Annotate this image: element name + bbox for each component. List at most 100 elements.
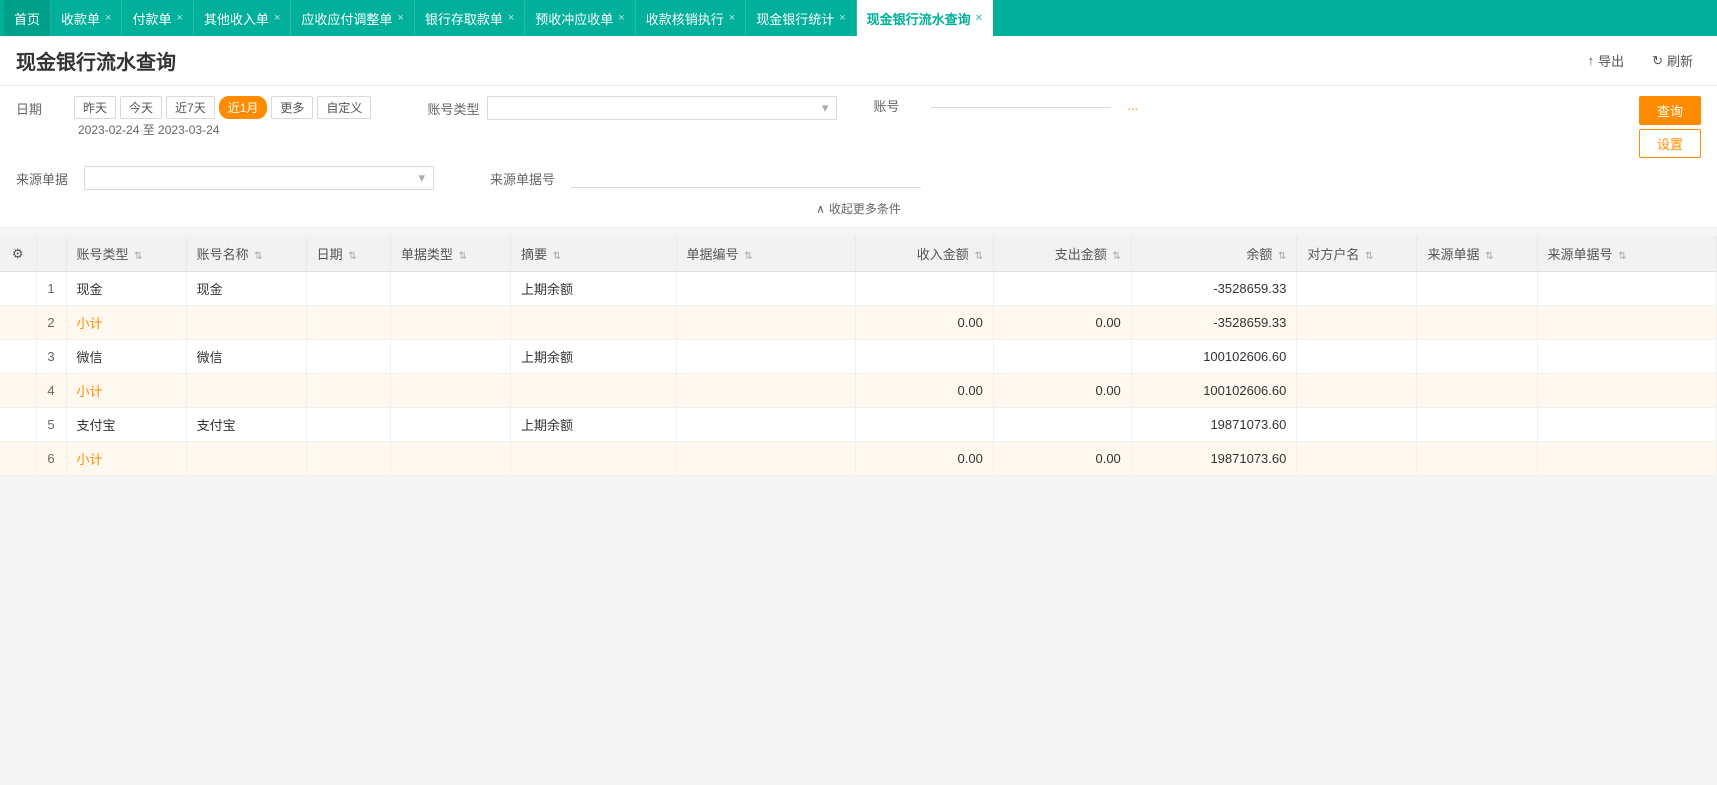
nav-item-cash-bank-stat[interactable]: 现金银行统计 × <box>746 0 856 36</box>
collapse-icon: ∧ <box>816 202 825 216</box>
account-type-dropdown-icon: ▾ <box>822 100 829 116</box>
date-custom[interactable]: 自定义 <box>317 96 371 119</box>
td-source-doc <box>1417 272 1537 306</box>
th-source-doc-no[interactable]: 来源单据号 ⇅ <box>1537 236 1716 272</box>
td-balance: 19871073.60 <box>1131 408 1297 442</box>
td-date <box>306 442 390 476</box>
source-doc-select[interactable]: ▾ <box>84 166 434 190</box>
td-income: 0.00 <box>855 374 993 408</box>
td-account-name: 支付宝 <box>186 408 306 442</box>
td-gear <box>0 306 36 340</box>
nav-close-receipt[interactable]: × <box>105 12 111 24</box>
td-source-doc-no <box>1537 340 1716 374</box>
td-doc-type <box>390 442 510 476</box>
td-account-type: 微信 <box>66 340 186 374</box>
account-number-field[interactable] <box>931 103 1111 108</box>
sort-icon-doc-type: ⇅ <box>459 251 467 262</box>
settings-button[interactable]: 设置 <box>1639 129 1701 158</box>
td-expense: 0.00 <box>993 306 1131 340</box>
nav-item-cash-bank-flow[interactable]: 现金银行流水查询 × <box>857 0 993 36</box>
th-summary[interactable]: 摘要 ⇅ <box>510 236 676 272</box>
source-doc-label: 来源单据 <box>16 169 68 188</box>
date-7days[interactable]: 近7天 <box>166 96 215 119</box>
th-doc-no[interactable]: 单据编号 ⇅ <box>676 236 855 272</box>
td-doc-no <box>676 442 855 476</box>
header-actions: ↑ 导出 ↻ 刷新 <box>1580 47 1701 74</box>
th-gear[interactable]: ⚙ <box>0 236 36 272</box>
th-account-name[interactable]: 账号名称 ⇅ <box>186 236 306 272</box>
nav-item-receipt[interactable]: 收款单 × <box>51 0 122 36</box>
query-button[interactable]: 查询 <box>1639 96 1701 125</box>
refresh-label: 刷新 <box>1667 51 1693 70</box>
sort-icon-expense: ⇅ <box>1112 251 1120 262</box>
source-doc-num-label: 来源单据号 <box>490 169 555 188</box>
nav-close-collect-verify[interactable]: × <box>729 12 735 24</box>
td-account-name <box>186 442 306 476</box>
sort-icon-income: ⇅ <box>974 251 982 262</box>
td-date <box>306 340 390 374</box>
td-row-num: 4 <box>36 374 66 408</box>
td-gear <box>0 408 36 442</box>
table-container: ⚙ 账号类型 ⇅ 账号名称 ⇅ 日期 ⇅ 单据类型 ⇅ <box>0 236 1717 476</box>
th-counterparty[interactable]: 对方户名 ⇅ <box>1297 236 1417 272</box>
td-source-doc <box>1417 408 1537 442</box>
td-income <box>855 408 993 442</box>
td-gear <box>0 272 36 306</box>
sort-icon-source-doc: ⇅ <box>1485 251 1493 262</box>
td-income: 0.00 <box>855 306 993 340</box>
td-counterparty <box>1297 306 1417 340</box>
table-row: 4小计0.000.00100102606.60 <box>0 374 1717 408</box>
nav-item-collect-verify[interactable]: 收款核销执行 × <box>636 0 746 36</box>
nav-close-cash-bank-flow[interactable]: × <box>976 12 982 24</box>
td-account-name <box>186 306 306 340</box>
source-doc-num-input[interactable] <box>571 168 921 188</box>
th-expense[interactable]: 支出金额 ⇅ <box>993 236 1131 272</box>
th-date[interactable]: 日期 ⇅ <box>306 236 390 272</box>
table-header: ⚙ 账号类型 ⇅ 账号名称 ⇅ 日期 ⇅ 单据类型 ⇅ <box>0 236 1717 272</box>
account-more-button[interactable]: ... <box>1127 98 1138 113</box>
td-expense: 0.00 <box>993 442 1131 476</box>
td-summary: 上期余额 <box>510 272 676 306</box>
th-account-type[interactable]: 账号类型 ⇅ <box>66 236 186 272</box>
date-1month[interactable]: 近1月 <box>219 96 268 119</box>
export-button[interactable]: ↑ 导出 <box>1580 47 1633 74</box>
sort-icon-source-doc-no: ⇅ <box>1618 251 1626 262</box>
th-source-doc[interactable]: 来源单据 ⇅ <box>1417 236 1537 272</box>
refresh-button[interactable]: ↻ 刷新 <box>1644 47 1701 74</box>
collapse-bar[interactable]: ∧ 收起更多条件 <box>16 196 1701 221</box>
date-yesterday[interactable]: 昨天 <box>74 96 116 119</box>
nav-item-other-income[interactable]: 其他收入单 × <box>194 0 291 36</box>
nav-close-ap-adjust[interactable]: × <box>397 12 403 24</box>
td-date <box>306 306 390 340</box>
td-expense: 0.00 <box>993 374 1131 408</box>
date-today[interactable]: 今天 <box>120 96 162 119</box>
account-type-select[interactable]: ▾ <box>487 96 837 120</box>
td-date <box>306 272 390 306</box>
table-row: 5支付宝支付宝上期余额19871073.60 <box>0 408 1717 442</box>
nav-close-payment[interactable]: × <box>176 12 182 24</box>
td-balance: -3528659.33 <box>1131 272 1297 306</box>
nav-item-ap-adjust[interactable]: 应收应付调整单 × <box>291 0 414 36</box>
account-type-label: 账号类型 <box>427 99 479 118</box>
nav-item-payment[interactable]: 付款单 × <box>122 0 193 36</box>
nav-label-advance-offset: 预收冲应收单 <box>535 9 613 28</box>
sort-icon-date: ⇅ <box>348 251 356 262</box>
th-doc-type[interactable]: 单据类型 ⇅ <box>390 236 510 272</box>
nav-close-bank-deposit[interactable]: × <box>508 12 514 24</box>
nav-close-advance-offset[interactable]: × <box>618 12 624 24</box>
td-summary <box>510 374 676 408</box>
td-counterparty <box>1297 442 1417 476</box>
th-balance[interactable]: 余额 ⇅ <box>1131 236 1297 272</box>
td-doc-type <box>390 408 510 442</box>
nav-item-bank-deposit[interactable]: 银行存取款单 × <box>415 0 525 36</box>
nav-close-cash-bank-stat[interactable]: × <box>839 12 845 24</box>
td-balance: 100102606.60 <box>1131 340 1297 374</box>
nav-item-advance-offset[interactable]: 预收冲应收单 × <box>525 0 635 36</box>
date-more[interactable]: 更多 <box>271 96 313 119</box>
td-doc-no <box>676 340 855 374</box>
th-income[interactable]: 收入金额 ⇅ <box>855 236 993 272</box>
nav-item-home[interactable]: 首页 <box>4 0 51 36</box>
td-account-type: 现金 <box>66 272 186 306</box>
nav-close-other-income[interactable]: × <box>274 12 280 24</box>
td-source-doc-no <box>1537 374 1716 408</box>
